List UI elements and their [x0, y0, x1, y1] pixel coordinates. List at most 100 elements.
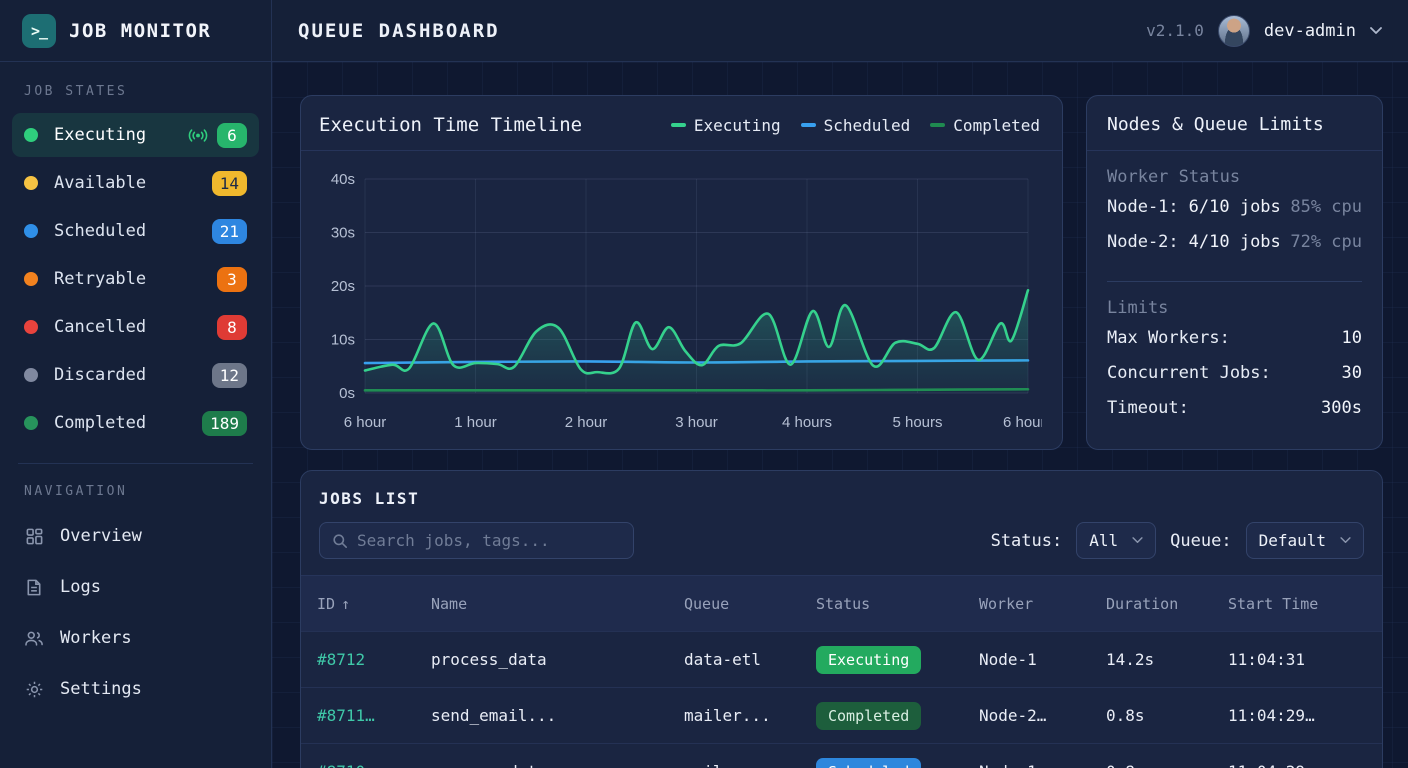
state-label: Available: [54, 173, 147, 193]
count-badge: 189: [202, 410, 247, 436]
jobs-list-title: JOBS LIST: [319, 489, 420, 508]
user-menu[interactable]: dev-admin: [1264, 21, 1356, 41]
cpu-usage: 72% cpu: [1290, 232, 1362, 252]
node-status-row: Node-1: 6/10 jobs 85% cpu: [1107, 197, 1362, 217]
nav-label: Overview: [60, 526, 142, 546]
grid-icon: [24, 526, 44, 546]
legend-swatch: [930, 123, 946, 127]
search-box[interactable]: [319, 522, 634, 559]
state-label: Cancelled: [54, 317, 147, 337]
state-label: Scheduled: [54, 221, 147, 241]
search-icon: [333, 533, 347, 548]
sidebar-state-scheduled[interactable]: Scheduled 21: [12, 209, 259, 253]
cpu-usage: 85% cpu: [1290, 197, 1362, 217]
nav-label: Workers: [60, 628, 132, 648]
search-input[interactable]: [357, 531, 621, 550]
status-dot: [24, 320, 38, 334]
status-badge: Scheduled: [816, 757, 922, 768]
sort-asc-icon: ↑: [341, 594, 351, 613]
x-tick-label: 2 hour: [565, 414, 608, 431]
status-badge: Executing: [816, 645, 922, 674]
table-header-row: ID ↑ Name Queue Status Worker Duration St…: [301, 576, 1382, 632]
queue-filter-select[interactable]: Default: [1245, 522, 1364, 559]
x-tick-label: 6 hours: [1003, 414, 1042, 431]
sidebar-item-settings[interactable]: Settings: [12, 666, 259, 712]
state-label: Executing: [54, 125, 147, 145]
job-id-link[interactable]: #8712: [317, 650, 431, 669]
limits-label: Limits: [1107, 298, 1169, 318]
column-header-id[interactable]: ID ↑: [317, 595, 431, 613]
sidebar-divider: [18, 463, 253, 464]
sidebar-state-retryable[interactable]: Retryable 3: [12, 257, 259, 301]
navigation-section-label: NAVIGATION: [24, 484, 128, 499]
column-header-queue[interactable]: Queue: [684, 595, 816, 613]
terminal-icon: >_: [22, 13, 56, 48]
table-row[interactable]: #8712 process_data data-etl Executing No…: [301, 632, 1382, 688]
state-label: Completed: [54, 413, 147, 433]
count-badge: 6: [217, 122, 247, 148]
sidebar-state-executing[interactable]: Executing 6: [12, 113, 259, 157]
sidebar-item-overview[interactable]: Overview: [12, 513, 259, 559]
execution-time-chart: 0s 10s 20s 30s 40s 6 hour 1 hour 2 hour 3 hour 4 …: [331, 171, 1053, 431]
legend-swatch: [800, 123, 816, 127]
sidebar-item-logs[interactable]: Logs: [12, 564, 259, 610]
count-badge: 3: [217, 266, 247, 292]
y-tick-label: 0s: [339, 385, 355, 402]
worker-status-label: Worker Status: [1107, 167, 1241, 187]
count-badge: 8: [217, 314, 247, 340]
app-logo-area: >_ JOB MONITOR: [0, 0, 272, 62]
card-title: Nodes & Queue Limits: [1107, 114, 1324, 135]
document-icon: [24, 577, 44, 597]
gear-icon: [24, 679, 44, 699]
table-row[interactable]: #8710 process_data mailer Scheduled Node…: [301, 744, 1382, 768]
column-header-status[interactable]: Status: [816, 595, 979, 613]
nav-label: Logs: [60, 577, 101, 597]
status-dot: [24, 176, 38, 190]
sidebar-state-available[interactable]: Available 14: [12, 161, 259, 205]
limit-row: Max Workers: 10: [1107, 328, 1362, 348]
sidebar-state-completed[interactable]: Completed 189: [12, 401, 259, 445]
x-tick-label: 6 hour: [344, 414, 387, 431]
queue-filter-label: Queue:: [1170, 530, 1232, 551]
status-filter-label: Status:: [990, 530, 1063, 551]
legend-item-executing: Executing: [670, 116, 781, 135]
limit-row: Concurrent Jobs: 30: [1107, 363, 1362, 383]
chevron-down-icon[interactable]: [1370, 26, 1382, 35]
app-window: >_ JOB MONITOR QUEUE DASHBOARD v2.1.0 de…: [0, 0, 1408, 768]
avatar[interactable]: [1217, 14, 1250, 47]
status-dot: [24, 416, 38, 430]
legend-item-scheduled: Scheduled: [800, 116, 910, 135]
column-header-start-time[interactable]: Start Time: [1228, 595, 1382, 613]
table-row[interactable]: #8711… send_email... mailer... Completed…: [301, 688, 1382, 744]
version-label: v2.1.0: [1146, 21, 1204, 40]
users-icon: [24, 628, 44, 648]
status-filter-select[interactable]: All: [1076, 522, 1157, 559]
divider: [1107, 281, 1362, 282]
sidebar-item-workers[interactable]: Workers: [12, 615, 259, 661]
jobs-list-card: JOBS LIST Status: All: [300, 470, 1383, 768]
jobs-table: ID ↑ Name Queue Status Worker Duration St…: [301, 575, 1382, 768]
y-tick-label: 30s: [331, 225, 355, 242]
page-title: QUEUE DASHBOARD: [298, 19, 500, 42]
x-tick-label: 1 hour: [454, 414, 497, 431]
column-header-worker[interactable]: Worker: [979, 595, 1106, 613]
job-id-link[interactable]: #8710: [317, 762, 431, 768]
x-tick-label: 3 hour: [675, 414, 718, 431]
chart-legend: Executing Scheduled Completed: [670, 116, 1040, 135]
sidebar-state-discarded[interactable]: Discarded 12: [12, 353, 259, 397]
x-tick-label: 4 hours: [782, 414, 832, 431]
live-signal-icon: [188, 128, 208, 142]
state-label: Discarded: [54, 365, 147, 385]
node-status-row: Node-2: 4/10 jobs 72% cpu: [1107, 232, 1362, 252]
legend-item-completed: Completed: [930, 116, 1040, 135]
top-bar: QUEUE DASHBOARD v2.1.0 dev-admin: [272, 0, 1408, 62]
chevron-down-icon: [1340, 537, 1351, 543]
column-header-duration[interactable]: Duration: [1106, 595, 1228, 613]
status-dot: [24, 272, 38, 286]
job-id-link[interactable]: #8711…: [317, 706, 431, 725]
legend-swatch: [670, 123, 686, 127]
column-header-name[interactable]: Name: [431, 595, 684, 613]
main-content: Execution Time Timeline Executing Schedu…: [272, 62, 1408, 768]
state-label: Retryable: [54, 269, 147, 289]
sidebar-state-cancelled[interactable]: Cancelled 8: [12, 305, 259, 349]
